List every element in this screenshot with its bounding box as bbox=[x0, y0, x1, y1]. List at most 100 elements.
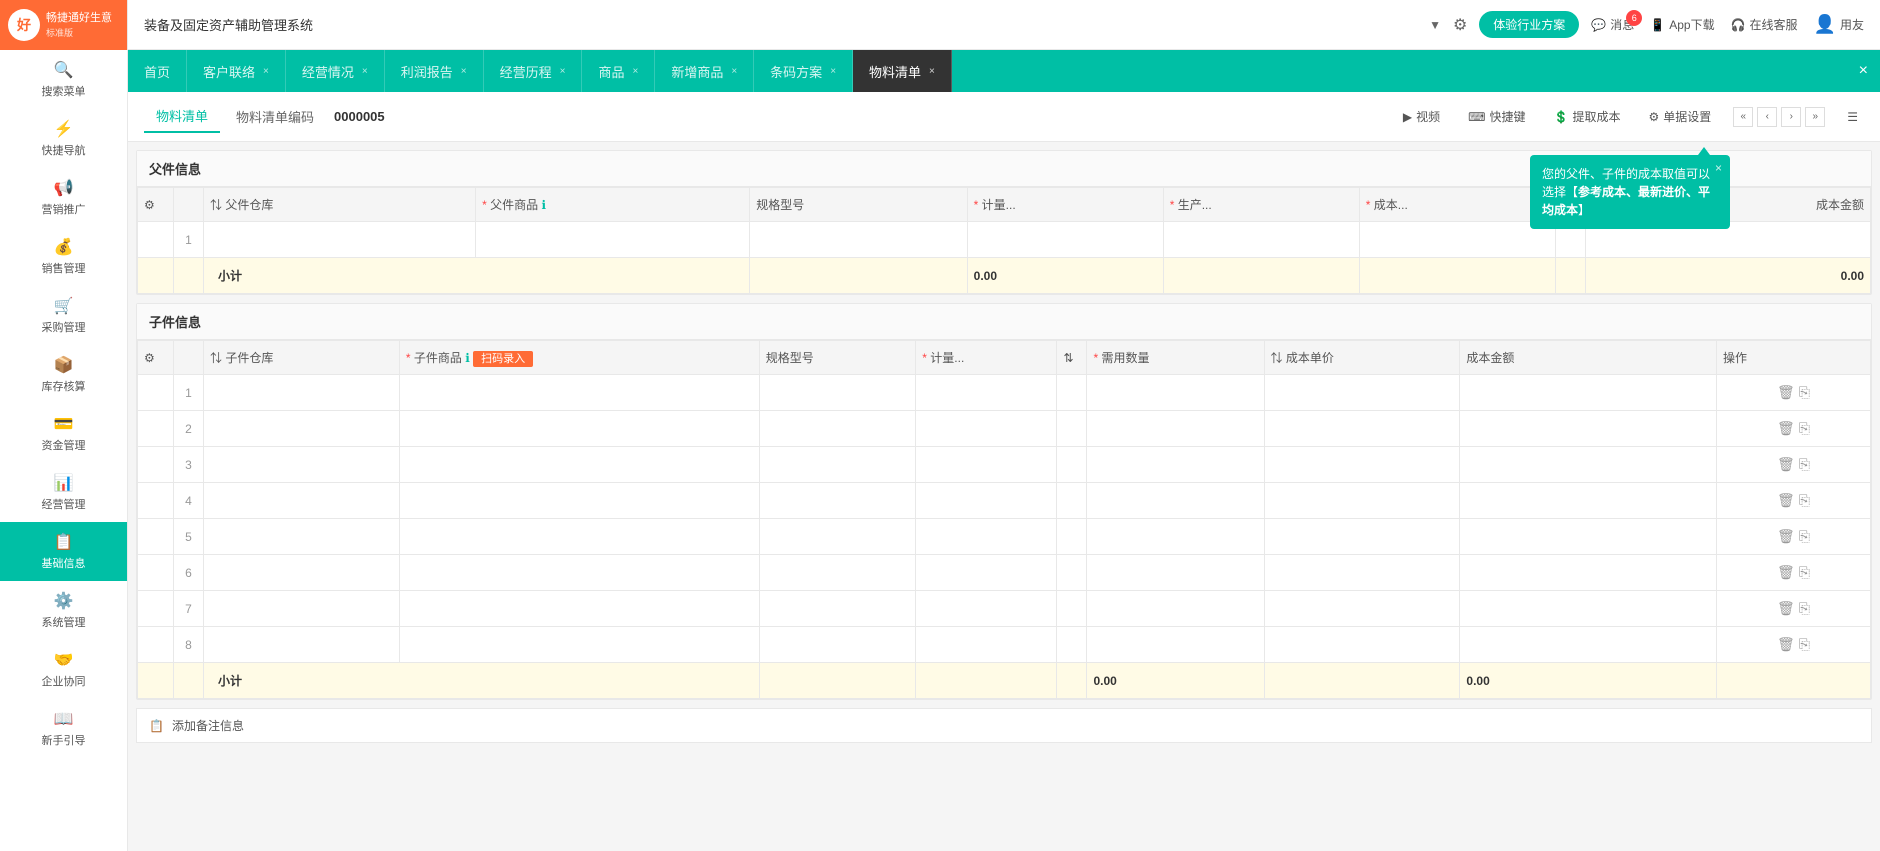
sidebar-item-purchase[interactable]: 🛒 采购管理 bbox=[0, 286, 127, 345]
child-row7-required-qty[interactable] bbox=[1087, 591, 1264, 627]
tab-home[interactable]: 首页 bbox=[128, 50, 187, 92]
child-row7-product[interactable] bbox=[399, 591, 759, 627]
child-row8-unit[interactable] bbox=[916, 627, 1057, 663]
child-row5-copy-icon[interactable]: ⎘ bbox=[1799, 528, 1810, 545]
close-profit-report-icon[interactable]: × bbox=[461, 66, 467, 77]
sidebar-item-quick-nav[interactable]: ⚡ 快捷导航 bbox=[0, 109, 127, 168]
child-row4-required-qty[interactable] bbox=[1087, 483, 1264, 519]
child-row1-delete-icon[interactable]: 🗑 bbox=[1777, 384, 1795, 401]
trial-button[interactable]: 体验行业方案 bbox=[1479, 11, 1579, 38]
child-row2-spec[interactable] bbox=[759, 411, 916, 447]
child-row8-required-qty[interactable] bbox=[1087, 627, 1264, 663]
sidebar-item-sales[interactable]: 💰 销售管理 bbox=[0, 227, 127, 286]
close-operations-history-icon[interactable]: × bbox=[560, 66, 566, 77]
sidebar-item-guide[interactable]: 📖 新手引导 bbox=[0, 699, 127, 758]
child-row6-copy-icon[interactable]: ⎘ bbox=[1799, 564, 1810, 581]
app-download-action[interactable]: 📱 App下载 bbox=[1650, 16, 1714, 33]
video-button[interactable]: ▶ 视频 bbox=[1397, 105, 1446, 128]
sidebar-item-operations[interactable]: 📊 经营管理 bbox=[0, 463, 127, 522]
settings-icon[interactable]: ⚙ bbox=[1453, 15, 1467, 35]
child-row4-warehouse[interactable] bbox=[204, 483, 400, 519]
user-action[interactable]: 👤 用友 bbox=[1814, 14, 1864, 35]
child-row3-product[interactable] bbox=[399, 447, 759, 483]
child-row4-copy-icon[interactable]: ⎘ bbox=[1799, 492, 1810, 509]
child-row8-product[interactable] bbox=[399, 627, 759, 663]
child-row6-unit[interactable] bbox=[916, 555, 1057, 591]
message-action[interactable]: 💬 6 消息 bbox=[1591, 16, 1634, 33]
nav-prev-button[interactable]: ‹ bbox=[1757, 107, 1777, 127]
child-row6-required-qty[interactable] bbox=[1087, 555, 1264, 591]
sidebar-item-marketing[interactable]: 📢 营销推广 bbox=[0, 168, 127, 227]
sidebar-item-inventory[interactable]: 📦 库存核算 bbox=[0, 345, 127, 404]
child-row3-warehouse[interactable] bbox=[204, 447, 400, 483]
child-row8-delete-icon[interactable]: 🗑 bbox=[1777, 636, 1795, 653]
child-row2-product[interactable] bbox=[399, 411, 759, 447]
child-row7-unit[interactable] bbox=[916, 591, 1057, 627]
child-row3-copy-icon[interactable]: ⎘ bbox=[1799, 456, 1810, 473]
parent-row1-spec[interactable] bbox=[750, 222, 967, 258]
child-row2-delete-icon[interactable]: 🗑 bbox=[1777, 420, 1795, 437]
child-row5-unit-cost[interactable] bbox=[1264, 519, 1460, 555]
page-tab-material-list[interactable]: 物料清单 bbox=[144, 100, 220, 133]
child-row6-product[interactable] bbox=[399, 555, 759, 591]
child-row2-required-qty[interactable] bbox=[1087, 411, 1264, 447]
child-row7-unit-cost[interactable] bbox=[1264, 591, 1460, 627]
child-row7-spec[interactable] bbox=[759, 591, 916, 627]
child-row7-delete-icon[interactable]: 🗑 bbox=[1777, 600, 1795, 617]
parent-col-settings[interactable]: ⚙ bbox=[138, 188, 174, 222]
child-row5-product[interactable] bbox=[399, 519, 759, 555]
child-row6-delete-icon[interactable]: 🗑 bbox=[1777, 564, 1795, 581]
tab-products[interactable]: 商品 × bbox=[582, 50, 655, 92]
close-all-tabs-button[interactable]: × bbox=[1847, 62, 1880, 80]
child-row8-copy-icon[interactable]: ⎘ bbox=[1799, 636, 1810, 653]
sidebar-item-enterprise[interactable]: 🤝 企业协同 bbox=[0, 640, 127, 699]
child-row7-copy-icon[interactable]: ⎘ bbox=[1799, 600, 1810, 617]
child-row8-unit-cost[interactable] bbox=[1264, 627, 1460, 663]
sidebar-item-finance[interactable]: 💳 资金管理 bbox=[0, 404, 127, 463]
shortcuts-button[interactable]: ⌨ 快捷键 bbox=[1462, 105, 1531, 128]
tab-new-products[interactable]: 新增商品 × bbox=[655, 50, 754, 92]
parent-row1-production[interactable] bbox=[1163, 222, 1359, 258]
child-row2-unit-cost[interactable] bbox=[1264, 411, 1460, 447]
single-settings-button[interactable]: ⚙ 单据设置 bbox=[1642, 105, 1717, 128]
close-barcode-icon[interactable]: × bbox=[830, 66, 836, 77]
nav-next-button[interactable]: › bbox=[1781, 107, 1801, 127]
child-row5-warehouse[interactable] bbox=[204, 519, 400, 555]
child-row3-delete-icon[interactable]: 🗑 bbox=[1777, 456, 1795, 473]
child-row5-unit[interactable] bbox=[916, 519, 1057, 555]
child-row5-required-qty[interactable] bbox=[1087, 519, 1264, 555]
child-row2-warehouse[interactable] bbox=[204, 411, 400, 447]
sidebar-item-basic-info[interactable]: 📋 基础信息 bbox=[0, 522, 127, 581]
child-row4-product[interactable] bbox=[399, 483, 759, 519]
close-operations-status-icon[interactable]: × bbox=[362, 66, 368, 77]
child-row4-unit-cost[interactable] bbox=[1264, 483, 1460, 519]
child-row6-warehouse[interactable] bbox=[204, 555, 400, 591]
close-products-icon[interactable]: × bbox=[632, 66, 638, 77]
online-service-action[interactable]: 🎧 在线客服 bbox=[1731, 16, 1798, 33]
child-row7-warehouse[interactable] bbox=[204, 591, 400, 627]
tooltip-close-button[interactable]: × bbox=[1715, 159, 1722, 177]
child-row1-spec[interactable] bbox=[759, 375, 916, 411]
child-row2-copy-icon[interactable]: ⎘ bbox=[1799, 420, 1810, 437]
child-row1-unit[interactable] bbox=[916, 375, 1057, 411]
child-row6-unit-cost[interactable] bbox=[1264, 555, 1460, 591]
child-row4-spec[interactable] bbox=[759, 483, 916, 519]
close-customers-icon[interactable]: × bbox=[263, 66, 269, 77]
close-new-products-icon[interactable]: × bbox=[731, 66, 737, 77]
child-row5-delete-icon[interactable]: 🗑 bbox=[1777, 528, 1795, 545]
sidebar-item-search[interactable]: 🔍 搜索菜单 bbox=[0, 50, 127, 109]
child-row1-copy-icon[interactable]: ⎘ bbox=[1799, 384, 1810, 401]
child-row3-unit-cost[interactable] bbox=[1264, 447, 1460, 483]
child-col-settings[interactable]: ⚙ bbox=[138, 341, 174, 375]
child-row4-unit[interactable] bbox=[916, 483, 1057, 519]
child-row8-warehouse[interactable] bbox=[204, 627, 400, 663]
topbar-dropdown[interactable]: ▼ bbox=[1429, 18, 1441, 32]
child-row3-required-qty[interactable] bbox=[1087, 447, 1264, 483]
child-row6-spec[interactable] bbox=[759, 555, 916, 591]
child-row8-spec[interactable] bbox=[759, 627, 916, 663]
sidebar-item-system[interactable]: ⚙️ 系统管理 bbox=[0, 581, 127, 640]
tab-operations-history[interactable]: 经营历程 × bbox=[484, 50, 583, 92]
nav-first-button[interactable]: « bbox=[1733, 107, 1753, 127]
child-row3-unit[interactable] bbox=[916, 447, 1057, 483]
nav-last-button[interactable]: » bbox=[1805, 107, 1825, 127]
